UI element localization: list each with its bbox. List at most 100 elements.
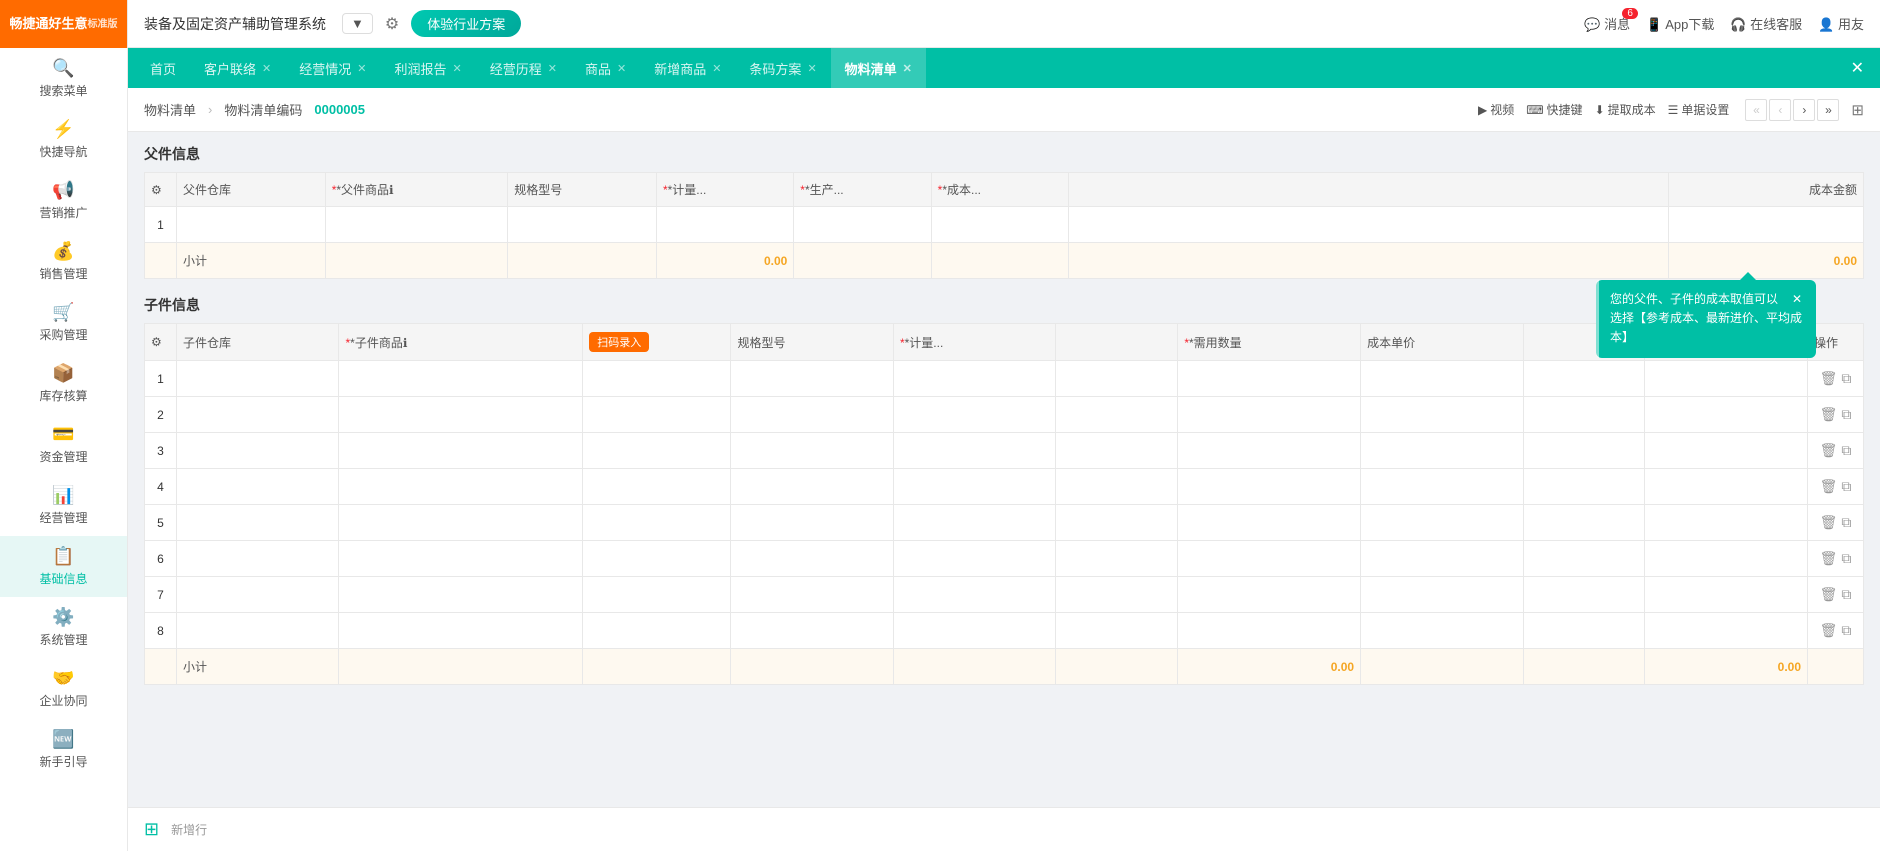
child-unit-cell[interactable]	[893, 505, 1055, 541]
cost-action[interactable]: ⬇ 提取成本	[1595, 101, 1656, 118]
child-product-cell[interactable]	[339, 469, 583, 505]
tab-goods[interactable]: 商品 ✕	[571, 48, 640, 88]
tab-customer[interactable]: 客户联络 ✕	[190, 48, 285, 88]
child-product-cell[interactable]	[339, 541, 583, 577]
child-quantity-cell[interactable]	[1178, 541, 1361, 577]
child-unit-cost-cell[interactable]	[1361, 361, 1523, 397]
tab-customer-close-icon[interactable]: ✕	[262, 62, 271, 75]
sidebar-item-operations[interactable]: 📊 经营管理	[0, 475, 127, 536]
tab-barcode-close-icon[interactable]: ✕	[807, 62, 816, 75]
tooltip-close-icon[interactable]: ✕	[1792, 290, 1802, 309]
copy-row-icon[interactable]: ⧉	[1841, 514, 1851, 531]
copy-row-icon[interactable]: ⧉	[1841, 586, 1851, 603]
tab-home[interactable]: 首页	[136, 48, 190, 88]
delete-row-icon[interactable]: 🗑	[1820, 550, 1838, 567]
tab-operations-close-icon[interactable]: ✕	[357, 62, 366, 75]
tab-bom[interactable]: 物料清单 ✕	[831, 48, 926, 88]
delete-row-icon[interactable]: 🗑	[1820, 622, 1838, 639]
child-warehouse-cell[interactable]	[177, 577, 339, 613]
child-product-cell[interactable]	[339, 397, 583, 433]
child-quantity-cell[interactable]	[1178, 613, 1361, 649]
child-spec-cell[interactable]	[731, 397, 893, 433]
child-unit-cell[interactable]	[893, 361, 1055, 397]
child-quantity-cell[interactable]	[1178, 361, 1361, 397]
shortcut-action[interactable]: ⌨ 快捷键	[1526, 101, 1582, 118]
child-warehouse-cell[interactable]	[177, 397, 339, 433]
child-spec-cell[interactable]	[731, 613, 893, 649]
sidebar-item-quicknav[interactable]: ⚡ 快捷导航	[0, 109, 127, 170]
child-warehouse-cell[interactable]	[177, 613, 339, 649]
sidebar-item-purchase[interactable]: 🛒 采购管理	[0, 292, 127, 353]
child-warehouse-cell[interactable]	[177, 541, 339, 577]
child-unit-cost-cell[interactable]	[1361, 505, 1523, 541]
sidebar-item-system[interactable]: ⚙️ 系统管理	[0, 597, 127, 658]
app-download-button[interactable]: 📱 App下载	[1646, 14, 1714, 33]
child-unit-cost-cell[interactable]	[1361, 433, 1523, 469]
tab-newgoods-close-icon[interactable]: ✕	[712, 62, 721, 75]
child-product-cell[interactable]	[339, 613, 583, 649]
tab-history[interactable]: 经营历程 ✕	[476, 48, 571, 88]
child-quantity-cell[interactable]	[1178, 505, 1361, 541]
tab-newgoods[interactable]: 新增商品 ✕	[640, 48, 735, 88]
pager-prev-button[interactable]: ‹	[1769, 99, 1791, 121]
settings-gear-icon[interactable]: ⚙	[385, 14, 399, 34]
child-spec-cell[interactable]	[731, 361, 893, 397]
tab-operations[interactable]: 经营情况 ✕	[285, 48, 380, 88]
user-button[interactable]: 👤 用友	[1818, 14, 1864, 33]
sidebar-item-finance[interactable]: 💳 资金管理	[0, 414, 127, 475]
copy-row-icon[interactable]: ⧉	[1841, 406, 1851, 423]
tab-history-close-icon[interactable]: ✕	[548, 62, 557, 75]
child-unit-cost-cell[interactable]	[1361, 577, 1523, 613]
parent-warehouse-cell[interactable]	[177, 207, 326, 243]
child-spec-cell[interactable]	[731, 577, 893, 613]
child-unit-cost-cell[interactable]	[1361, 397, 1523, 433]
add-row-icon[interactable]: ⊞	[144, 819, 159, 840]
child-product-cell[interactable]	[339, 361, 583, 397]
child-unit-cell[interactable]	[893, 469, 1055, 505]
copy-row-icon[interactable]: ⧉	[1841, 370, 1851, 387]
child-unit-cost-cell[interactable]	[1361, 469, 1523, 505]
child-unit-cell[interactable]	[893, 433, 1055, 469]
child-warehouse-cell[interactable]	[177, 361, 339, 397]
parent-cost-cell[interactable]	[931, 207, 1068, 243]
tab-profit[interactable]: 利润报告 ✕	[380, 48, 475, 88]
child-spec-cell[interactable]	[731, 541, 893, 577]
child-product-cell[interactable]	[339, 433, 583, 469]
child-unit-cell[interactable]	[893, 541, 1055, 577]
child-warehouse-cell[interactable]	[177, 505, 339, 541]
child-unit-cost-cell[interactable]	[1361, 541, 1523, 577]
child-spec-cell[interactable]	[731, 469, 893, 505]
pager-last-button[interactable]: »	[1817, 99, 1839, 121]
tab-profit-close-icon[interactable]: ✕	[453, 62, 462, 75]
child-spec-cell[interactable]	[731, 505, 893, 541]
settings-action[interactable]: ☰ 单据设置	[1668, 101, 1730, 118]
pager-next-button[interactable]: ›	[1793, 99, 1815, 121]
sidebar-item-enterprise[interactable]: 🤝 企业协同	[0, 658, 127, 719]
delete-row-icon[interactable]: 🗑	[1820, 514, 1838, 531]
child-warehouse-cell[interactable]	[177, 469, 339, 505]
system-dropdown[interactable]: ▼	[342, 13, 373, 34]
parent-production-cell[interactable]	[794, 207, 931, 243]
online-service-button[interactable]: 🎧 在线客服	[1730, 14, 1802, 33]
pager-first-button[interactable]: «	[1745, 99, 1767, 121]
tab-bom-close-icon[interactable]: ✕	[903, 62, 912, 75]
sidebar-item-guide[interactable]: 🆕 新手引导	[0, 719, 127, 780]
delete-row-icon[interactable]: 🗑	[1820, 442, 1838, 459]
child-product-cell[interactable]	[339, 577, 583, 613]
close-all-tabs-button[interactable]: ✕	[1843, 58, 1872, 78]
grid-view-icon[interactable]: ⊞	[1851, 101, 1864, 119]
message-button[interactable]: 💬 6 消息	[1584, 14, 1630, 33]
parent-spec-cell[interactable]	[508, 207, 657, 243]
copy-row-icon[interactable]: ⧉	[1841, 550, 1851, 567]
sidebar-item-sales[interactable]: 💰 销售管理	[0, 231, 127, 292]
copy-row-icon[interactable]: ⧉	[1841, 478, 1851, 495]
child-unit-cell[interactable]	[893, 577, 1055, 613]
trial-button[interactable]: 体验行业方案	[411, 10, 521, 37]
child-spec-cell[interactable]	[731, 433, 893, 469]
delete-row-icon[interactable]: 🗑	[1820, 406, 1838, 423]
parent-product-cell[interactable]	[325, 207, 508, 243]
sidebar-item-basic[interactable]: 📋 基础信息	[0, 536, 127, 597]
breadcrumb-bom-list[interactable]: 物料清单	[144, 100, 196, 119]
sidebar-item-marketing[interactable]: 📢 营销推广	[0, 170, 127, 231]
sidebar-item-search[interactable]: 🔍 搜索菜单	[0, 48, 127, 109]
